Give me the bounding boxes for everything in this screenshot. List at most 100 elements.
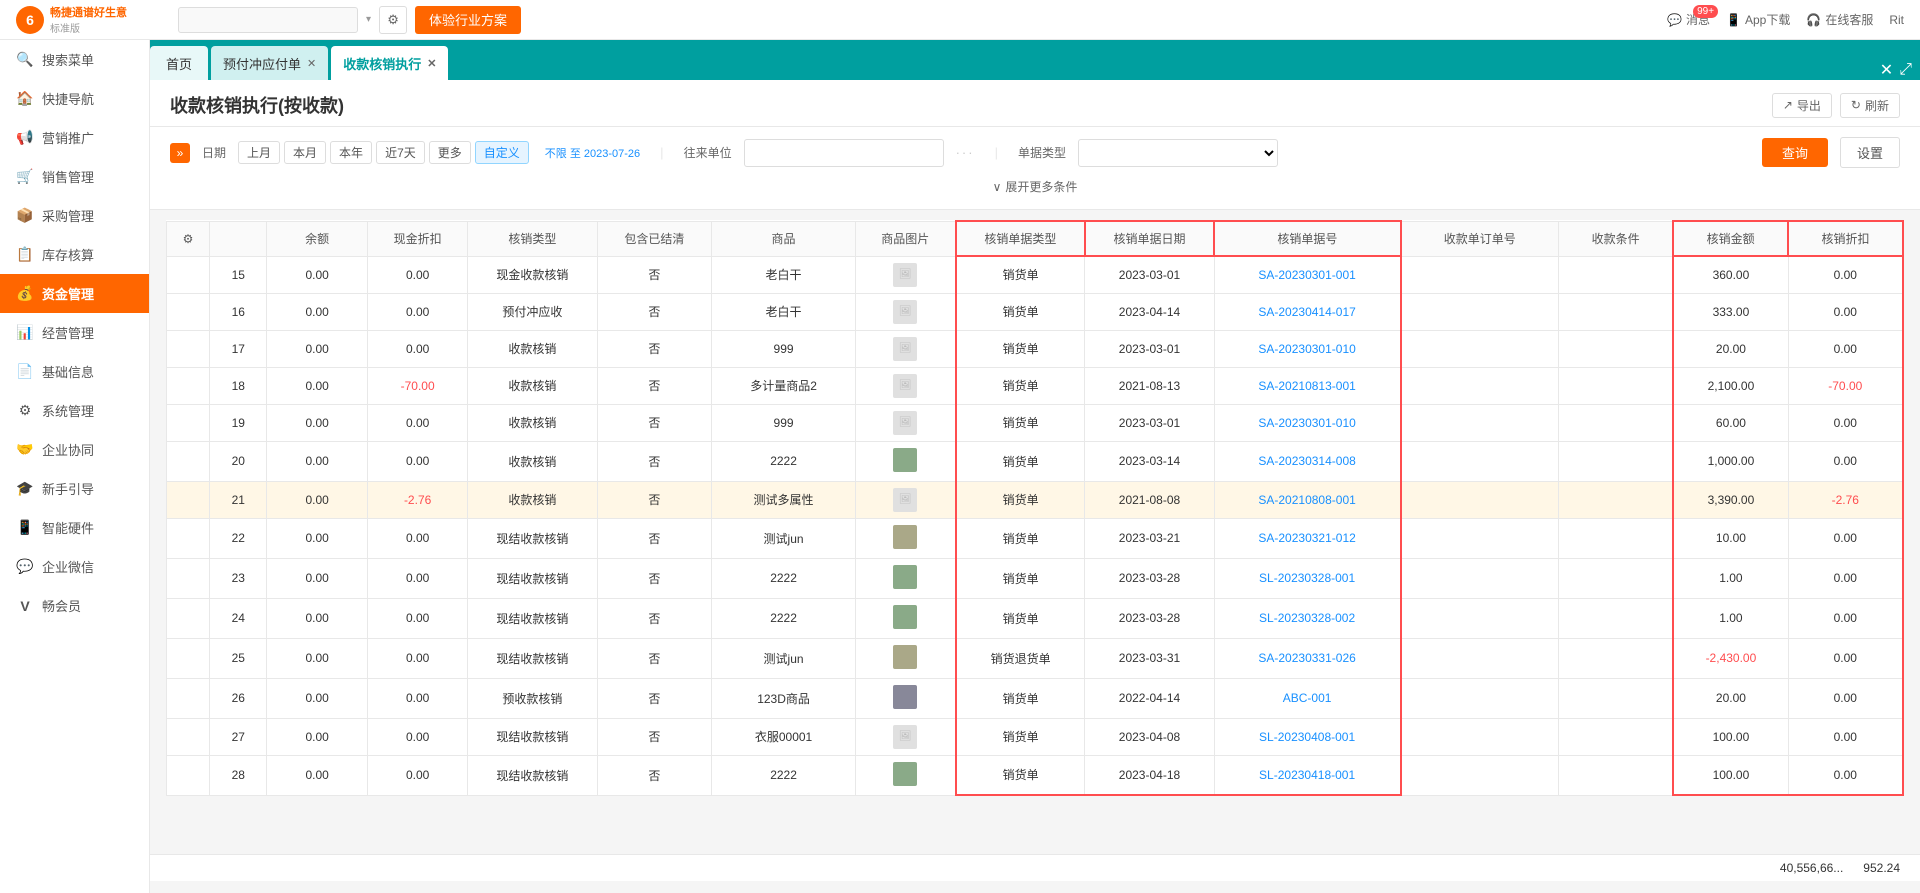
- cell-balance: 0.00: [267, 598, 367, 638]
- table-container[interactable]: ⚙ 余额 现金折扣 核销类型 包含已结清 商品 商品图片 核销单据类型 核销单据…: [150, 210, 1920, 854]
- cell-balance: 0.00: [267, 638, 367, 678]
- sidebar-item-sales[interactable]: 🛒 销售管理: [0, 157, 149, 196]
- cell-cash-discount: 0.00: [367, 518, 467, 558]
- management-icon: 📊: [16, 324, 34, 342]
- horizontal-scrollbar[interactable]: [150, 881, 1920, 893]
- sidebar-item-member[interactable]: V 畅会员: [0, 586, 149, 625]
- collapse-arrow[interactable]: »: [170, 143, 190, 163]
- cell-goods-img: 🖼: [855, 481, 955, 518]
- sidebar-item-search[interactable]: 🔍 搜索菜单: [0, 40, 149, 79]
- cell-goods: 测试jun: [712, 638, 856, 678]
- cell-bill-date: 2023-03-14: [1085, 441, 1214, 481]
- inventory-icon: 📋: [16, 246, 34, 264]
- cell-write-off-type: 收款核销: [468, 441, 597, 481]
- sidebar-item-management[interactable]: 📊 经营管理: [0, 313, 149, 352]
- cell-goods-img: 🖼: [855, 367, 955, 404]
- message-icon: 💬: [1667, 13, 1682, 27]
- table-row: 16 0.00 0.00 预付冲应收 否 老白干 🖼 销货单 2023-04-1…: [167, 293, 1904, 330]
- cell-included: 否: [597, 755, 712, 795]
- cell-settings: [167, 293, 210, 330]
- query-button[interactable]: 查询: [1762, 138, 1828, 167]
- cell-write-off-amount: 1,000.00: [1673, 441, 1788, 481]
- cell-receipt-condition: [1558, 256, 1673, 293]
- cell-included: 否: [597, 598, 712, 638]
- cell-write-off-amount: 333.00: [1673, 293, 1788, 330]
- cell-goods: 2222: [712, 558, 856, 598]
- cell-settings: [167, 256, 210, 293]
- table-row: 21 0.00 -2.76 收款核销 否 测试多属性 🖼 销货单 2021-08…: [167, 481, 1904, 518]
- table-row: 20 0.00 0.00 收款核销 否 2222 销货单 2023-03-14 …: [167, 441, 1904, 481]
- app-download[interactable]: 📱 App下载: [1726, 11, 1790, 28]
- date-btn-last-7[interactable]: 近7天: [376, 141, 425, 164]
- maximize-window-button[interactable]: ⤢: [1899, 61, 1912, 79]
- sidebar-item-guide[interactable]: 🎓 新手引导: [0, 469, 149, 508]
- cell-write-off-amount: 20.00: [1673, 330, 1788, 367]
- solution-button[interactable]: 体验行业方案: [415, 6, 521, 34]
- refresh-button[interactable]: ↻ 刷新: [1840, 93, 1900, 118]
- cell-goods: 2222: [712, 441, 856, 481]
- close-window-button[interactable]: ✕: [1880, 60, 1893, 80]
- table-row: 19 0.00 0.00 收款核销 否 999 🖼 销货单 2023-03-01…: [167, 404, 1904, 441]
- date-btn-this-year[interactable]: 本年: [330, 141, 372, 164]
- cell-write-off-type: 收款核销: [468, 330, 597, 367]
- counterparty-input[interactable]: [744, 139, 944, 167]
- export-button[interactable]: ↗ 导出: [1772, 93, 1832, 118]
- table-row: 23 0.00 0.00 现结收款核销 否 2222 销货单 2023-03-2…: [167, 558, 1904, 598]
- cell-write-off-type: 现结收款核销: [468, 755, 597, 795]
- tab-prepay[interactable]: 预付冲应付单 ✕: [211, 46, 328, 80]
- cell-bill-no: SL-20230408-001: [1214, 718, 1401, 755]
- date-btn-more[interactable]: 更多: [429, 141, 471, 164]
- page-actions: ↗ 导出 ↻ 刷新: [1772, 93, 1900, 118]
- date-btn-custom[interactable]: 自定义: [475, 141, 529, 164]
- cell-receipt-order: [1401, 518, 1559, 558]
- cell-included: 否: [597, 481, 712, 518]
- cell-goods-img: [855, 441, 955, 481]
- sidebar-item-wechat[interactable]: 💬 企业微信: [0, 547, 149, 586]
- total-write-off-discount: 952.24: [1863, 861, 1900, 875]
- cell-write-off-amount: -2,430.00: [1673, 638, 1788, 678]
- date-btn-last-month[interactable]: 上月: [238, 141, 280, 164]
- cell-cash-discount: 0.00: [367, 404, 467, 441]
- tab-writeoff[interactable]: 收款核销执行 ✕: [331, 46, 448, 80]
- sidebar-item-marketing[interactable]: 📢 营销推广: [0, 118, 149, 157]
- sidebar-item-inventory[interactable]: 📋 库存核算: [0, 235, 149, 274]
- sidebar-item-basic[interactable]: 📄 基础信息: [0, 352, 149, 391]
- tab-writeoff-close[interactable]: ✕: [427, 57, 436, 70]
- cell-bill-date: 2021-08-08: [1085, 481, 1214, 518]
- tab-home[interactable]: 首页: [150, 46, 208, 80]
- table-row: 18 0.00 -70.00 收款核销 否 多计量商品2 🖼 销货单 2021-…: [167, 367, 1904, 404]
- cell-bill-type: 销货单: [956, 718, 1085, 755]
- tab-prepay-close[interactable]: ✕: [307, 57, 316, 70]
- top-center: ▾ ⚙ 体验行业方案: [178, 6, 1655, 34]
- cell-num: 24: [210, 598, 267, 638]
- date-btn-this-month[interactable]: 本月: [284, 141, 326, 164]
- cell-write-off-type: 预收款核销: [468, 678, 597, 718]
- sidebar-item-hardware[interactable]: 📱 智能硬件: [0, 508, 149, 547]
- cell-settings: [167, 598, 210, 638]
- sidebar-item-system[interactable]: ⚙ 系统管理: [0, 391, 149, 430]
- expand-conditions-button[interactable]: ∨ 展开更多条件: [993, 174, 1078, 199]
- sidebar-item-nav[interactable]: 🏠 快捷导航: [0, 79, 149, 118]
- sidebar-item-finance[interactable]: 💰 资金管理: [0, 274, 149, 313]
- cell-receipt-order: [1401, 638, 1559, 678]
- bill-type-select[interactable]: [1078, 139, 1278, 167]
- cell-write-off-discount: -70.00: [1788, 367, 1903, 404]
- notification-area[interactable]: 💬 消息 99+: [1667, 11, 1710, 28]
- cell-bill-type: 销货退货单: [956, 638, 1085, 678]
- breadcrumb-input[interactable]: [178, 7, 358, 33]
- gear-button[interactable]: ⚙: [379, 6, 407, 34]
- cell-receipt-condition: [1558, 718, 1673, 755]
- cell-balance: 0.00: [267, 558, 367, 598]
- cell-bill-type: 销货单: [956, 367, 1085, 404]
- cell-bill-type: 销货单: [956, 558, 1085, 598]
- settings-button[interactable]: 设置: [1840, 137, 1900, 168]
- sidebar-item-purchase[interactable]: 📦 采购管理: [0, 196, 149, 235]
- online-service[interactable]: 🎧 在线客服: [1806, 11, 1873, 28]
- user-info[interactable]: Rit: [1889, 13, 1904, 27]
- col-settings[interactable]: ⚙: [167, 221, 210, 256]
- cell-bill-type: 销货单: [956, 256, 1085, 293]
- cell-bill-type: 销货单: [956, 481, 1085, 518]
- cell-goods: 老白干: [712, 256, 856, 293]
- finance-icon: 💰: [16, 285, 34, 303]
- sidebar-item-collab[interactable]: 🤝 企业协同: [0, 430, 149, 469]
